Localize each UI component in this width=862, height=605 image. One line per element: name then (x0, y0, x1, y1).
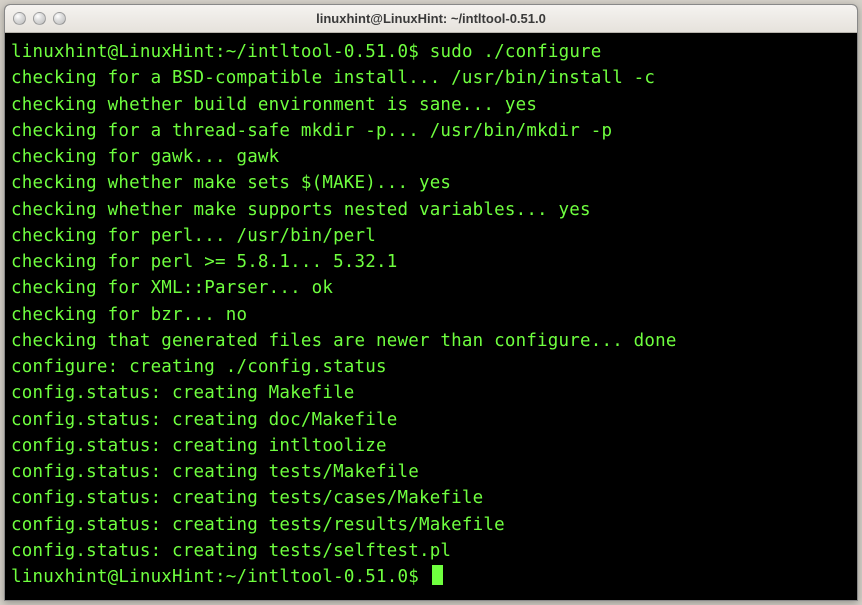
titlebar: linuxhint@LinuxHint: ~/intltool-0.51.0 (5, 5, 857, 33)
output-line: checking that generated files are newer … (11, 328, 851, 354)
output-line: checking for bzr... no (11, 302, 851, 328)
window-controls (13, 12, 66, 25)
output-line: config.status: creating tests/Makefile (11, 459, 851, 485)
output-line: config.status: creating Makefile (11, 380, 851, 406)
output-line: checking whether make sets $(MAKE)... ye… (11, 170, 851, 196)
terminal-body[interactable]: linuxhint@LinuxHint:~/intltool-0.51.0$ s… (5, 33, 857, 600)
output-line: config.status: creating intltoolize (11, 433, 851, 459)
prompt-sigil: $ (408, 567, 419, 587)
output-line: checking for perl... /usr/bin/perl (11, 223, 851, 249)
prompt-userhost: linuxhint@LinuxHint (11, 567, 215, 587)
maximize-icon[interactable] (53, 12, 66, 25)
output-line: config.status: creating tests/results/Ma… (11, 512, 851, 538)
output-line: checking for a BSD-compatible install...… (11, 65, 851, 91)
prompt-path: ~/intltool-0.51.0 (226, 42, 409, 62)
window-title: linuxhint@LinuxHint: ~/intltool-0.51.0 (5, 11, 857, 26)
cursor-icon (432, 565, 443, 585)
command-text: sudo ./configure (430, 42, 602, 62)
output-line: config.status: creating doc/Makefile (11, 407, 851, 433)
output-line: checking for XML::Parser... ok (11, 275, 851, 301)
prompt-line: linuxhint@LinuxHint:~/intltool-0.51.0$ s… (11, 39, 851, 65)
output-line: checking whether make supports nested va… (11, 197, 851, 223)
minimize-icon[interactable] (33, 12, 46, 25)
prompt-path: ~/intltool-0.51.0 (226, 567, 409, 587)
prompt-sep: : (215, 567, 226, 587)
prompt-line: linuxhint@LinuxHint:~/intltool-0.51.0$ (11, 564, 851, 590)
output-line: checking whether build environment is sa… (11, 92, 851, 118)
output-line: checking for perl >= 5.8.1... 5.32.1 (11, 249, 851, 275)
terminal-window: linuxhint@LinuxHint: ~/intltool-0.51.0 l… (4, 4, 858, 601)
output-line: checking for gawk... gawk (11, 144, 851, 170)
output-line: checking for a thread-safe mkdir -p... /… (11, 118, 851, 144)
close-icon[interactable] (13, 12, 26, 25)
prompt-sigil: $ (408, 42, 419, 62)
prompt-userhost: linuxhint@LinuxHint (11, 42, 215, 62)
output-line: config.status: creating tests/selftest.p… (11, 538, 851, 564)
output-line: configure: creating ./config.status (11, 354, 851, 380)
prompt-sep: : (215, 42, 226, 62)
output-line: config.status: creating tests/cases/Make… (11, 485, 851, 511)
